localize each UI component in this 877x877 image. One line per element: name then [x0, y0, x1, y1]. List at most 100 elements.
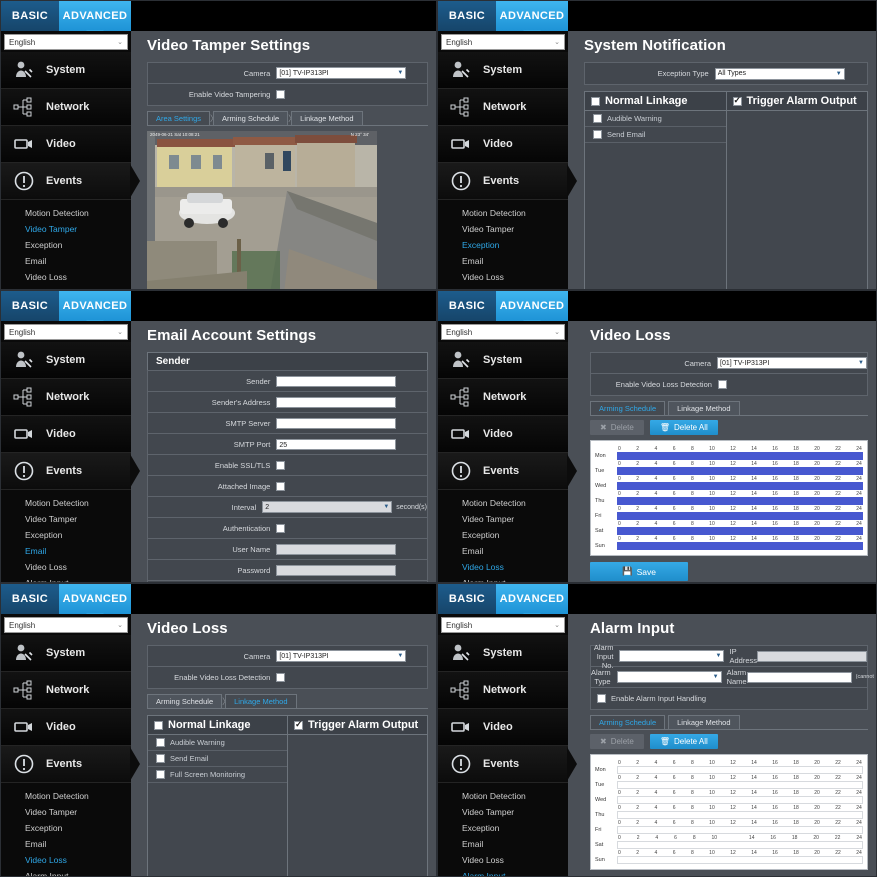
- schedule-row-thu[interactable]: Thu 0 2 4 6 8 10 12 14 16 18 20 22 24: [595, 491, 863, 505]
- sidebar-item-motion-detection[interactable]: Motion Detection: [438, 788, 568, 804]
- linkage-item-send-email[interactable]: Send Email: [585, 127, 726, 143]
- select-all-trigger-alarm-checkbox[interactable]: [732, 95, 742, 106]
- schedule-row-tue[interactable]: Tue 0 2 4 6 8 10 12 14 16 18 20 22 24: [595, 461, 863, 475]
- select-all-normal-linkage-checkbox[interactable]: [154, 720, 163, 730]
- sidebar-item-video-loss[interactable]: Video Loss: [1, 269, 131, 285]
- audible-warning-checkbox[interactable]: [156, 738, 165, 747]
- camera-select[interactable]: [01] TV-IP313PI ▼: [276, 650, 407, 662]
- schedule-bar[interactable]: [617, 826, 863, 834]
- enable-video-loss-checkbox[interactable]: [717, 380, 727, 389]
- sidebar-item-video-tamper[interactable]: Video Tamper: [438, 221, 568, 237]
- schedule-row-sun[interactable]: Sun 0 2 4 6 8 10 12 14 16 18 20 22 24: [595, 850, 863, 864]
- schedule-bar[interactable]: [617, 452, 863, 460]
- sidebar-item-video-loss[interactable]: Video Loss: [438, 269, 568, 285]
- password-input[interactable]: [276, 564, 397, 576]
- sidebar-item-video-loss[interactable]: Video Loss: [438, 559, 568, 575]
- sidebar-item-exception[interactable]: Exception: [1, 237, 131, 253]
- sidebar-item-motion-detection[interactable]: Motion Detection: [438, 495, 568, 511]
- language-select[interactable]: English ⌄: [4, 34, 128, 50]
- schedule-bar[interactable]: [617, 527, 863, 535]
- tab-arming-schedule[interactable]: Arming Schedule: [590, 401, 666, 415]
- sidebar-item-network[interactable]: Network: [438, 379, 568, 416]
- enable-ssl-checkbox[interactable]: [276, 460, 286, 470]
- tab-basic[interactable]: BASIC: [438, 291, 496, 321]
- sidebar-item-email[interactable]: Email: [438, 253, 568, 269]
- sidebar-item-network[interactable]: Network: [438, 89, 568, 126]
- language-select[interactable]: English ⌄: [441, 324, 565, 340]
- sidebar-item-alarm-input[interactable]: Alarm Input: [1, 575, 131, 582]
- schedule-row-mon[interactable]: Mon 0 2 4 6 8 10 12 14 16 18 20 22 24: [595, 446, 863, 460]
- camera-select[interactable]: [01] TV-IP313PI ▼: [276, 67, 407, 79]
- user-name-input[interactable]: [276, 543, 397, 555]
- enable-tampering-checkbox[interactable]: [276, 90, 286, 99]
- sidebar-item-exception[interactable]: Exception: [438, 527, 568, 543]
- enable-video-loss-checkbox[interactable]: [276, 673, 286, 682]
- schedule-bar[interactable]: [617, 512, 863, 520]
- tab-advanced[interactable]: ADVANCED: [59, 1, 131, 31]
- schedule-row-sat[interactable]: Sat 0 2 4 6 8 10 14 16 18 20 22 24: [595, 835, 863, 849]
- schedule-row-fri[interactable]: Fri 0 2 4 6 8 10 12 14 16 18 20 22 24: [595, 820, 863, 834]
- tab-basic[interactable]: BASIC: [438, 584, 496, 614]
- sidebar-item-events[interactable]: Events: [1, 453, 131, 490]
- sidebar-item-video-tamper[interactable]: Video Tamper: [438, 804, 568, 820]
- tab-advanced[interactable]: ADVANCED: [496, 584, 568, 614]
- sidebar-item-exception[interactable]: Exception: [438, 820, 568, 836]
- sidebar-item-events[interactable]: Events: [1, 746, 131, 783]
- alarm-name-input[interactable]: [746, 671, 852, 683]
- smtp-port-input[interactable]: 25: [276, 438, 397, 450]
- schedule-row-wed[interactable]: Wed 0 2 4 6 8 10 12 14 16 18 20 22 24: [595, 476, 863, 490]
- arming-schedule-grid[interactable]: Mon 0 2 4 6 8 10 12 14 16 18 20 22 24 Tue 0 2 4 6 8 10 12 1…: [590, 754, 868, 870]
- tab-advanced[interactable]: ADVANCED: [496, 1, 568, 31]
- sidebar-item-email[interactable]: Email: [1, 253, 131, 269]
- sidebar-item-email[interactable]: Email: [438, 543, 568, 559]
- delete-all-button[interactable]: 🗑 Delete All: [649, 420, 718, 435]
- delete-button[interactable]: ✖ Delete: [590, 420, 644, 435]
- tab-advanced[interactable]: ADVANCED: [59, 291, 131, 321]
- send-email-checkbox[interactable]: [593, 130, 602, 139]
- sidebar-item-system[interactable]: System: [438, 635, 568, 672]
- schedule-bar[interactable]: [617, 841, 863, 849]
- sidebar-item-video-loss[interactable]: Video Loss: [438, 852, 568, 868]
- tab-arming-schedule[interactable]: Arming Schedule: [147, 694, 230, 708]
- senders-address-input[interactable]: [276, 396, 397, 408]
- language-select[interactable]: English ⌄: [441, 34, 565, 50]
- delete-all-button[interactable]: 🗑 Delete All: [649, 734, 718, 749]
- sidebar-item-motion-detection[interactable]: Motion Detection: [1, 788, 131, 804]
- sidebar-item-system[interactable]: System: [438, 52, 568, 89]
- delete-button[interactable]: ✖ Delete: [590, 734, 644, 749]
- full-screen-monitoring-checkbox[interactable]: [156, 770, 165, 779]
- schedule-bar[interactable]: [617, 497, 863, 505]
- sidebar-item-motion-detection[interactable]: Motion Detection: [1, 205, 131, 221]
- send-email-checkbox[interactable]: [156, 754, 165, 763]
- schedule-bar[interactable]: [617, 796, 863, 804]
- exception-type-select[interactable]: All Types ▼: [714, 67, 845, 80]
- authentication-checkbox[interactable]: [276, 523, 286, 533]
- language-select[interactable]: English ⌄: [4, 324, 128, 340]
- schedule-bar[interactable]: [617, 482, 863, 490]
- linkage-item-full-screen-monitoring[interactable]: Full Screen Monitoring: [148, 767, 287, 783]
- save-button[interactable]: 💾 Save: [590, 562, 688, 581]
- schedule-bar[interactable]: [617, 766, 863, 774]
- sidebar-item-network[interactable]: Network: [438, 672, 568, 709]
- linkage-item-send-email[interactable]: Send Email: [148, 751, 287, 767]
- sidebar-item-video-tamper[interactable]: Video Tamper: [1, 804, 131, 820]
- camera-select[interactable]: [01] TV-IP313PI ▼: [717, 357, 867, 369]
- schedule-row-fri[interactable]: Fri 0 2 4 6 8 10 12 14 16 18 20 22 24: [595, 506, 863, 520]
- sidebar-item-events[interactable]: Events: [438, 453, 568, 490]
- sidebar-item-motion-detection[interactable]: Motion Detection: [1, 495, 131, 511]
- schedule-row-tue[interactable]: Tue 0 2 4 6 8 10 12 14 16 18 20 22 24: [595, 775, 863, 789]
- schedule-bar[interactable]: [617, 467, 863, 475]
- sidebar-item-video[interactable]: Video: [438, 416, 568, 453]
- tab-linkage-method[interactable]: Linkage Method: [668, 715, 740, 729]
- language-select[interactable]: English ⌄: [441, 617, 565, 633]
- sidebar-item-network[interactable]: Network: [1, 379, 131, 416]
- linkage-item-audible-warning[interactable]: Audible Warning: [148, 735, 287, 751]
- sidebar-item-video-loss[interactable]: Video Loss: [1, 559, 131, 575]
- tab-arming-schedule[interactable]: Arming Schedule: [590, 715, 666, 729]
- schedule-bar[interactable]: [617, 781, 863, 789]
- sidebar-item-video[interactable]: Video: [1, 416, 131, 453]
- sidebar-item-email[interactable]: Email: [1, 543, 131, 559]
- alarm-input-no-select[interactable]: ▼: [619, 650, 725, 662]
- sidebar-item-video[interactable]: Video: [438, 709, 568, 746]
- schedule-row-wed[interactable]: Wed 0 2 4 6 8 10 12 14 16 18 20 22 24: [595, 790, 863, 804]
